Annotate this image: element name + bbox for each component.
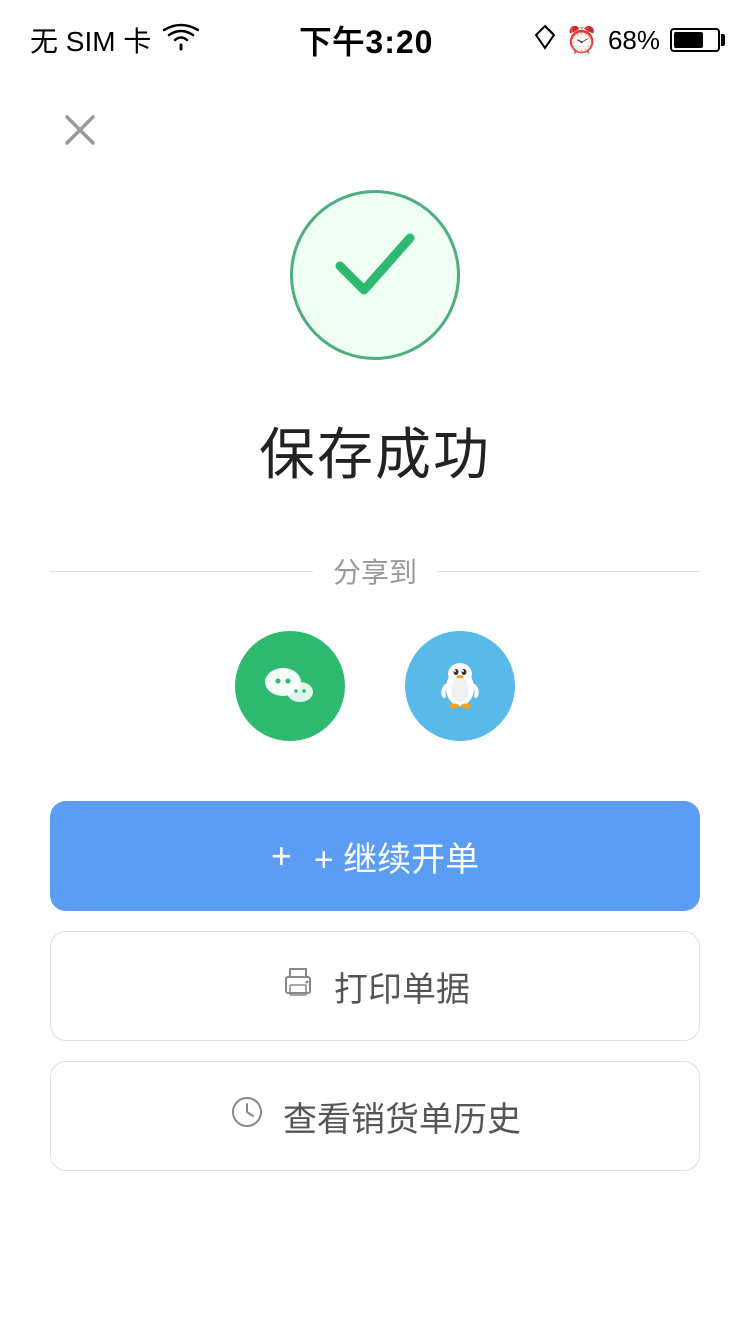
- continue-button[interactable]: + + 继续开单: [50, 801, 700, 911]
- status-bar: 无 SIM 卡 下午3:20 ⏰ 68%: [0, 0, 750, 80]
- print-label: 打印单据: [334, 962, 470, 1011]
- close-button[interactable]: [50, 100, 110, 160]
- location-icon: [534, 24, 556, 57]
- qq-share-button[interactable]: [405, 631, 515, 741]
- print-icon: [280, 965, 316, 1008]
- plus-icon: +: [271, 835, 292, 877]
- share-divider: 分享到: [50, 551, 700, 591]
- success-circle: [290, 190, 460, 360]
- battery-percent: 68%: [608, 25, 660, 56]
- print-button[interactable]: 打印单据: [50, 931, 700, 1041]
- share-label: 分享到: [333, 551, 417, 591]
- wifi-icon: [163, 23, 199, 58]
- action-buttons: + + 继续开单 打印单据 查看销货单历: [50, 801, 700, 1171]
- status-left: 无 SIM 卡: [30, 20, 199, 60]
- no-sim-label: 无 SIM 卡: [30, 20, 151, 60]
- history-icon: [229, 1094, 265, 1139]
- main-content: 保存成功 分享到: [0, 80, 750, 1211]
- checkmark-icon: [330, 224, 420, 319]
- continue-label: + 继续开单: [314, 832, 479, 881]
- battery-icon: [670, 28, 720, 52]
- status-time: 下午3:20: [299, 17, 433, 63]
- history-button[interactable]: 查看销货单历史: [50, 1061, 700, 1171]
- share-section: 分享到: [50, 551, 700, 741]
- wechat-share-button[interactable]: [235, 631, 345, 741]
- divider-right: [437, 571, 700, 572]
- history-label: 查看销货单历史: [283, 1092, 521, 1141]
- status-right: ⏰ 68%: [534, 24, 720, 57]
- share-icons: [235, 631, 515, 741]
- divider-left: [50, 571, 313, 572]
- success-title: 保存成功: [259, 410, 491, 491]
- alarm-icon: ⏰: [566, 25, 598, 56]
